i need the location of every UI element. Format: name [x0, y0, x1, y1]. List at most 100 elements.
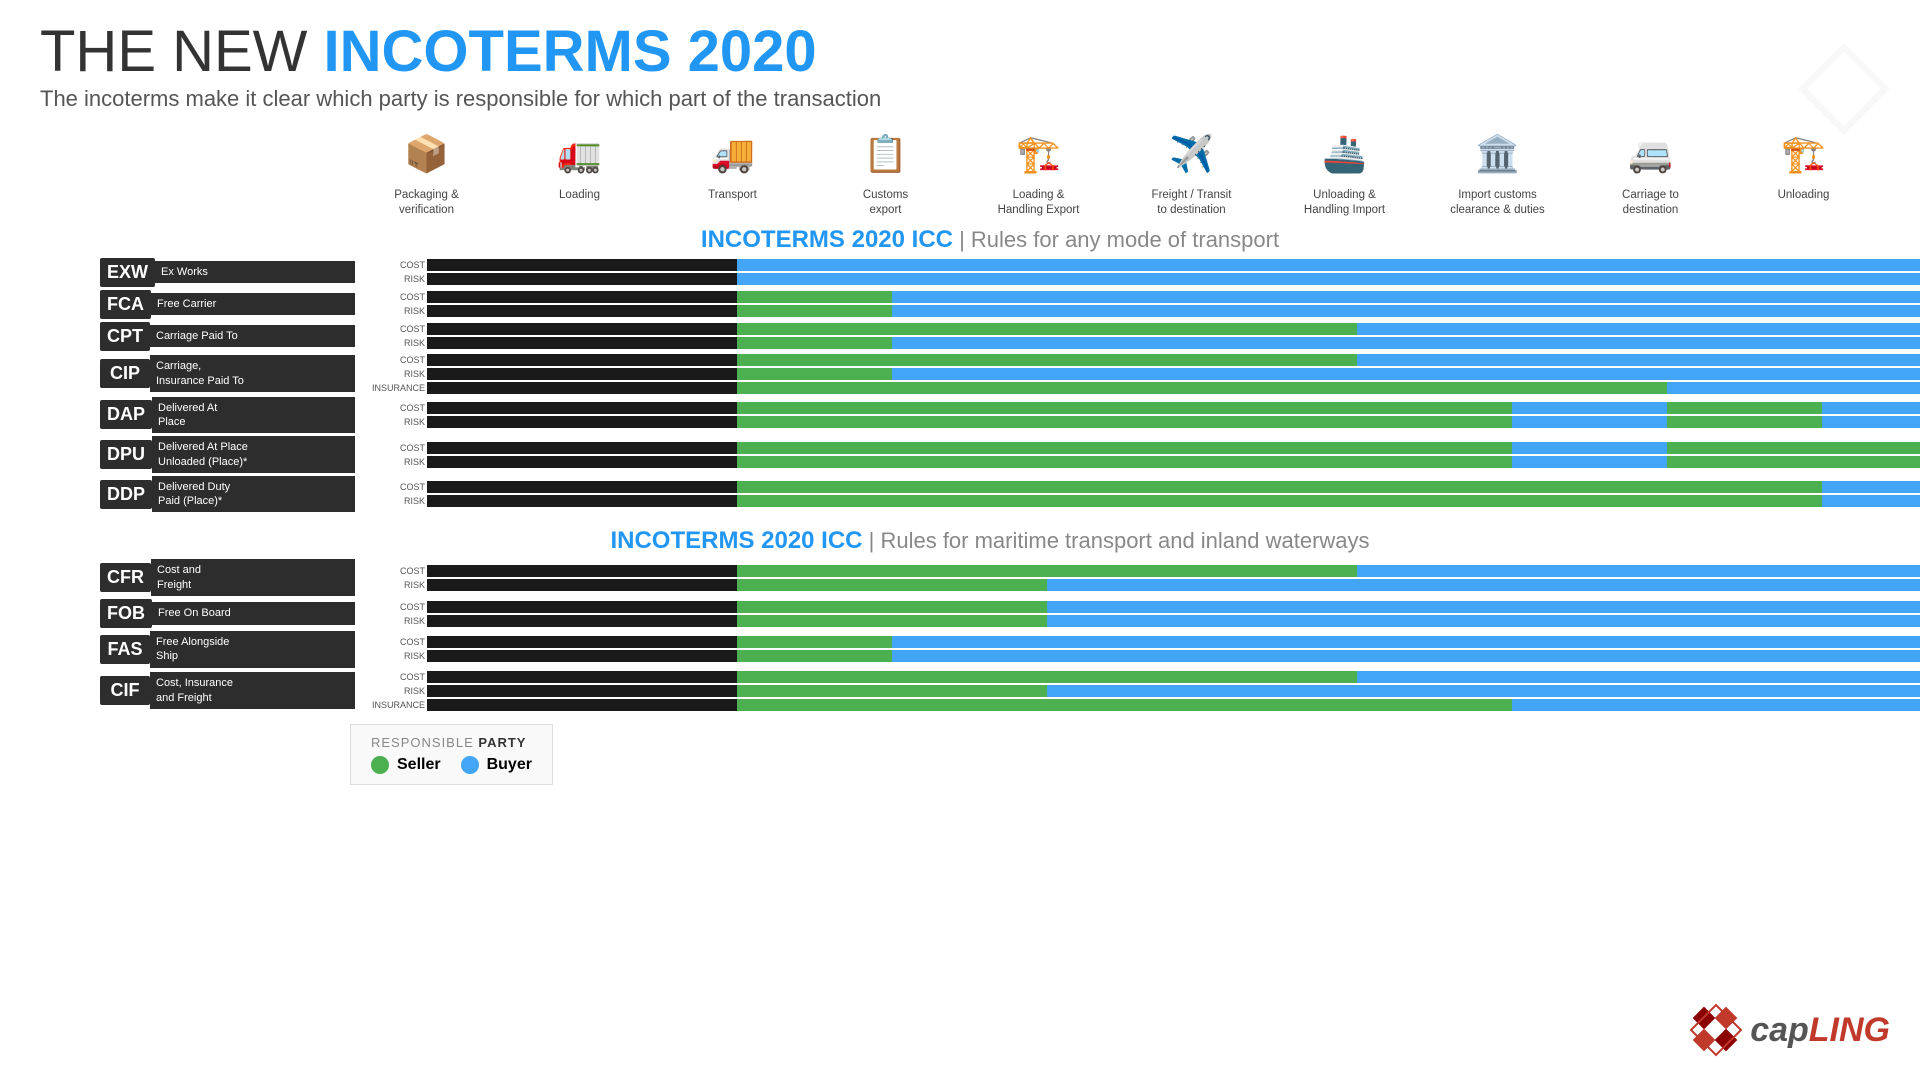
seg-7 [1512, 259, 1667, 271]
row-label-insurance: INSURANCE [360, 699, 425, 711]
legend-buyer: Buyer [461, 756, 532, 774]
unloading-label: Unloading [1778, 188, 1830, 203]
seg-7 [1512, 495, 1667, 507]
seg-9 [1822, 368, 1920, 380]
section-divider [100, 515, 1880, 519]
freight-icon: ✈️ [1157, 124, 1227, 184]
seg-9 [1822, 495, 1920, 507]
seg-8 [1667, 565, 1822, 577]
seg-8 [1667, 354, 1822, 366]
seg-0 [427, 354, 582, 366]
seg-6 [1357, 259, 1512, 271]
seg-9 [1822, 337, 1920, 349]
seg-5 [1202, 456, 1357, 468]
seg-7 [1512, 601, 1667, 613]
incoterm-block-cip: CIPCarriage,Insurance Paid ToCOSTRISKINS… [100, 354, 1880, 394]
seg-6 [1357, 337, 1512, 349]
seg-6 [1357, 442, 1512, 454]
seg-3 [892, 402, 1047, 414]
term-name-cif: Cost, Insuranceand Freight [150, 672, 355, 709]
icon-col-loading_handling: 🏗️ Loading &Handling Export [962, 124, 1115, 218]
seg-6 [1357, 382, 1512, 394]
seg-0 [427, 601, 582, 613]
bar-row-cost [427, 354, 1920, 366]
seg-1 [582, 416, 737, 428]
seg-4 [1047, 354, 1202, 366]
loading-label: Loading [559, 188, 600, 203]
seg-3 [892, 671, 1047, 683]
row-label-risk: RISK [360, 650, 425, 662]
seg-4 [1047, 601, 1202, 613]
incoterm-block-dpu: DPUDelivered At PlaceUnloaded (Place)*CO… [100, 436, 1880, 473]
seg-2 [737, 671, 892, 683]
bar-row-cost [427, 565, 1920, 577]
title-bold: INCOTERMS 2020 [324, 19, 817, 84]
seller-label: Seller [397, 756, 441, 774]
seg-0 [427, 685, 582, 697]
bar-row-risk [427, 579, 1920, 591]
seg-2 [737, 495, 892, 507]
seg-1 [582, 273, 737, 285]
seg-1 [582, 323, 737, 335]
bars-cfr [427, 565, 1920, 591]
seg-9 [1822, 671, 1920, 683]
row-label-risk: RISK [360, 368, 425, 380]
page-wrapper: ◇ THE NEW INCOTERMS 2020 The incoterms m… [0, 0, 1920, 1080]
seg-5 [1202, 601, 1357, 613]
seg-8 [1667, 685, 1822, 697]
customs_export-icon: 📋 [851, 124, 921, 184]
bar-row-risk [427, 368, 1920, 380]
term-name-dap: Delivered AtPlace [152, 397, 355, 434]
seg-2 [737, 273, 892, 285]
bar-row-risk [427, 305, 1920, 317]
seg-4 [1047, 259, 1202, 271]
seg-5 [1202, 481, 1357, 493]
legend-title: RESPONSIBLE PARTY [371, 735, 532, 750]
seg-2 [737, 481, 892, 493]
seg-5 [1202, 685, 1357, 697]
seg-9 [1822, 636, 1920, 648]
seg-1 [582, 259, 737, 271]
term-name-cpt: Carriage Paid To [150, 325, 355, 347]
seg-7 [1512, 442, 1667, 454]
seg-6 [1357, 685, 1512, 697]
seg-7 [1512, 565, 1667, 577]
icon-col-transport: 🚚 Transport [656, 124, 809, 203]
seg-4 [1047, 685, 1202, 697]
seg-6 [1357, 579, 1512, 591]
seg-5 [1202, 305, 1357, 317]
seg-0 [427, 323, 582, 335]
row-labels-fob: COSTRISK [360, 601, 425, 627]
buyer-dot [461, 756, 479, 774]
row-label-cost: COST [360, 323, 425, 335]
seg-5 [1202, 337, 1357, 349]
row-label-cost: COST [360, 291, 425, 303]
seg-0 [427, 305, 582, 317]
seg-8 [1667, 416, 1822, 428]
seg-1 [582, 650, 737, 662]
incoterm-row-cpt: CPTCarriage Paid ToCOSTRISK [100, 322, 1880, 351]
seg-5 [1202, 565, 1357, 577]
unloading_handling-icon: 🚢 [1310, 124, 1380, 184]
seg-2 [737, 601, 892, 613]
seg-3 [892, 273, 1047, 285]
term-name-fas: Free AlongsideShip [150, 631, 355, 668]
seg-9 [1822, 650, 1920, 662]
incoterm-row-dpu: DPUDelivered At PlaceUnloaded (Place)*CO… [100, 436, 1880, 473]
bar-row-risk [427, 650, 1920, 662]
seg-6 [1357, 291, 1512, 303]
subtitle: The incoterms make it clear which party … [40, 86, 1880, 112]
term-code-fas: FAS [100, 635, 150, 664]
seg-0 [427, 650, 582, 662]
seg-5 [1202, 650, 1357, 662]
seg-8 [1667, 402, 1822, 414]
seg-6 [1357, 323, 1512, 335]
row-label-risk: RISK [360, 495, 425, 507]
logo-text: capLING [1750, 1011, 1890, 1050]
seg-2 [737, 456, 892, 468]
seg-5 [1202, 636, 1357, 648]
seg-4 [1047, 337, 1202, 349]
carriage-label: Carriage todestination [1622, 188, 1679, 218]
section-title-0: INCOTERMS 2020 ICC | Rules for any mode … [100, 226, 1880, 254]
term-code-dpu: DPU [100, 440, 152, 469]
